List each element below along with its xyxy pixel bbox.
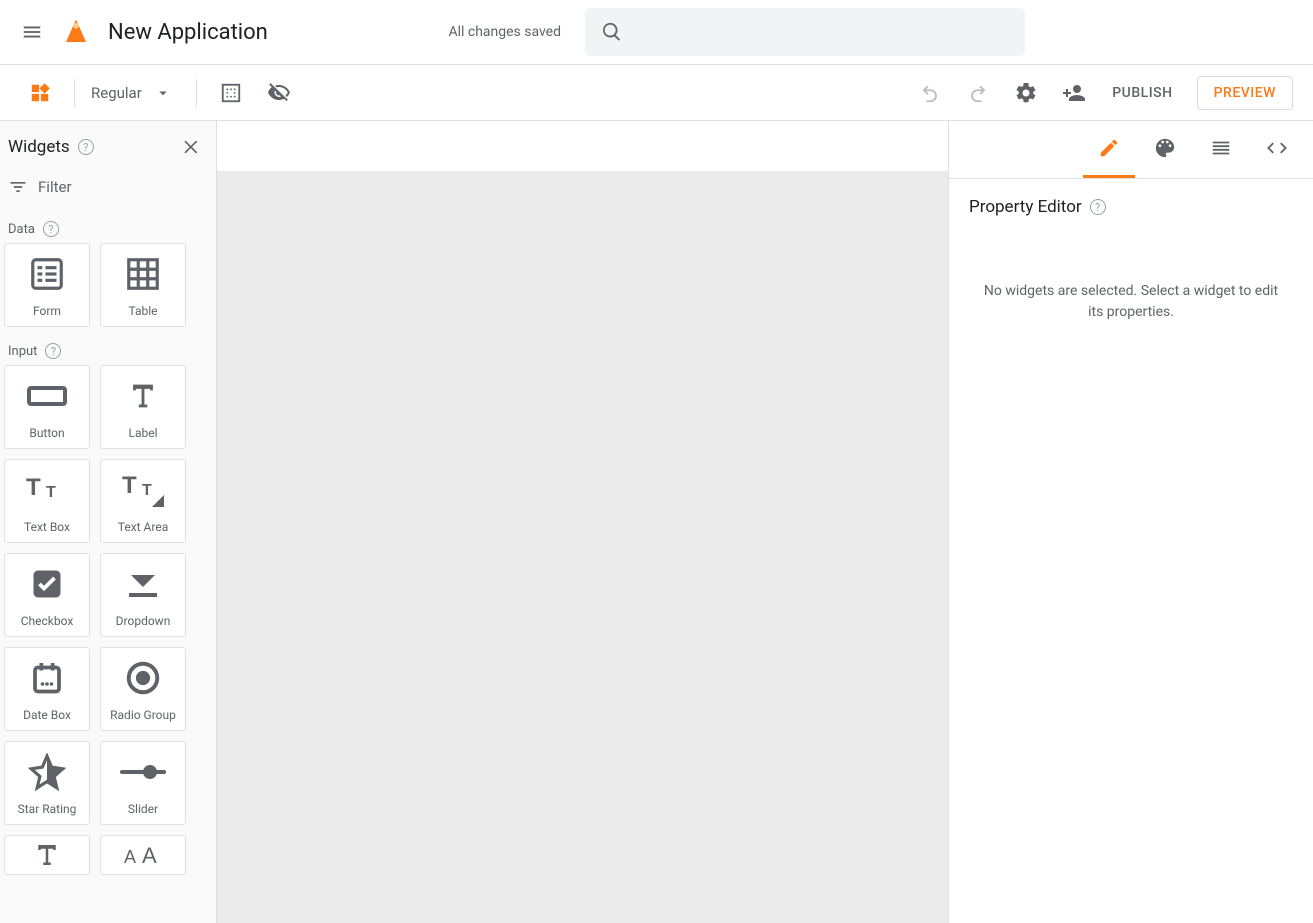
datebox-icon <box>29 648 65 708</box>
preview-button[interactable]: PREVIEW <box>1197 76 1293 110</box>
save-status: All changes saved <box>448 24 561 40</box>
widgets-mode-icon[interactable] <box>22 75 58 111</box>
tab-events[interactable] <box>1195 122 1247 178</box>
layout-mode-select[interactable]: Regular <box>91 84 172 102</box>
widget-slider[interactable]: Slider <box>100 741 186 825</box>
widget-table[interactable]: Table <box>100 243 186 327</box>
tab-style[interactable] <box>1139 122 1191 178</box>
textbox-icon: TT <box>24 460 70 520</box>
redo-icon[interactable] <box>960 75 996 111</box>
help-icon[interactable]: ? <box>1090 199 1106 215</box>
slider-icon <box>118 742 168 802</box>
widget-label[interactable]: Label <box>100 365 186 449</box>
list-icon <box>1210 137 1232 159</box>
widget-starrating[interactable]: Star Rating <box>4 741 90 825</box>
tab-properties[interactable] <box>1083 122 1135 178</box>
undo-icon[interactable] <box>912 75 948 111</box>
widget-radiogroup[interactable]: Radio Group <box>100 647 186 731</box>
publish-button[interactable]: PUBLISH <box>1098 77 1186 109</box>
help-icon[interactable]: ? <box>45 343 61 359</box>
widgets-panel: Widgets ? Filter Data ? Form <box>0 121 217 923</box>
property-empty-message: No widgets are selected. Select a widget… <box>949 221 1313 383</box>
svg-text:T: T <box>46 484 56 501</box>
svg-text:T: T <box>122 472 137 499</box>
svg-text:T: T <box>142 482 152 499</box>
svg-text:A: A <box>124 847 136 867</box>
main-area: Widgets ? Filter Data ? Form <box>0 121 1313 923</box>
canvas-body[interactable] <box>217 171 948 923</box>
filter-label: Filter <box>38 178 72 196</box>
checkbox-icon <box>29 554 65 614</box>
widgets-panel-title: Widgets <box>8 137 70 157</box>
layout-mode-label: Regular <box>91 84 142 102</box>
settings-gear-icon[interactable] <box>1008 75 1044 111</box>
pencil-icon <box>1098 137 1120 159</box>
canvas-header-strip <box>217 121 948 171</box>
widget-more[interactable] <box>4 835 90 875</box>
widget-datebox[interactable]: Date Box <box>4 647 90 731</box>
widget-button[interactable]: Button <box>4 365 90 449</box>
close-icon[interactable] <box>176 131 208 163</box>
dropdown-icon <box>123 554 163 614</box>
label-t-icon <box>126 366 160 426</box>
editor-toolbar: Regular PUBLISH PREVIEW <box>0 65 1313 121</box>
palette-icon <box>1154 137 1176 159</box>
form-icon <box>28 244 66 304</box>
help-icon[interactable]: ? <box>78 139 94 155</box>
textarea-icon: TT <box>120 460 166 520</box>
top-header: New Application All changes saved <box>0 0 1313 65</box>
filter-input[interactable]: Filter <box>0 171 216 211</box>
menu-icon[interactable] <box>8 8 56 56</box>
widget-more[interactable]: AA <box>100 835 186 875</box>
tab-code[interactable] <box>1251 122 1303 178</box>
widgets-section-data: Data ? <box>0 211 216 243</box>
widget-checkbox[interactable]: Checkbox <box>4 553 90 637</box>
app-title[interactable]: New Application <box>108 20 268 45</box>
svg-text:T: T <box>26 474 41 501</box>
appmaker-logo[interactable] <box>56 12 96 52</box>
property-editor-title: Property Editor <box>969 197 1082 217</box>
svg-text:A: A <box>142 843 157 867</box>
visibility-off-icon[interactable] <box>261 75 297 111</box>
radiogroup-icon <box>124 648 162 708</box>
search-input[interactable] <box>585 8 1025 56</box>
button-icon <box>25 366 69 426</box>
widget-textarea[interactable]: TT Text Area <box>100 459 186 543</box>
filter-icon <box>8 177 28 197</box>
share-person-add-icon[interactable] <box>1056 75 1092 111</box>
property-panel: Property Editor ? No widgets are selecte… <box>948 121 1313 923</box>
help-icon[interactable]: ? <box>43 221 59 237</box>
search-icon <box>601 21 623 43</box>
text-style-icon: AA <box>124 836 162 874</box>
widget-dropdown[interactable]: Dropdown <box>100 553 186 637</box>
border-box-icon[interactable] <box>213 75 249 111</box>
design-canvas[interactable] <box>217 121 948 923</box>
star-icon <box>28 742 66 802</box>
code-icon <box>1266 137 1288 159</box>
caret-down-icon <box>154 84 172 102</box>
toolbar-divider <box>74 79 75 107</box>
text-t-icon <box>32 836 62 874</box>
toolbar-divider <box>196 79 197 107</box>
widget-form[interactable]: Form <box>4 243 90 327</box>
widget-textbox[interactable]: TT Text Box <box>4 459 90 543</box>
widgets-section-input: Input ? <box>0 333 216 365</box>
table-icon <box>124 244 162 304</box>
